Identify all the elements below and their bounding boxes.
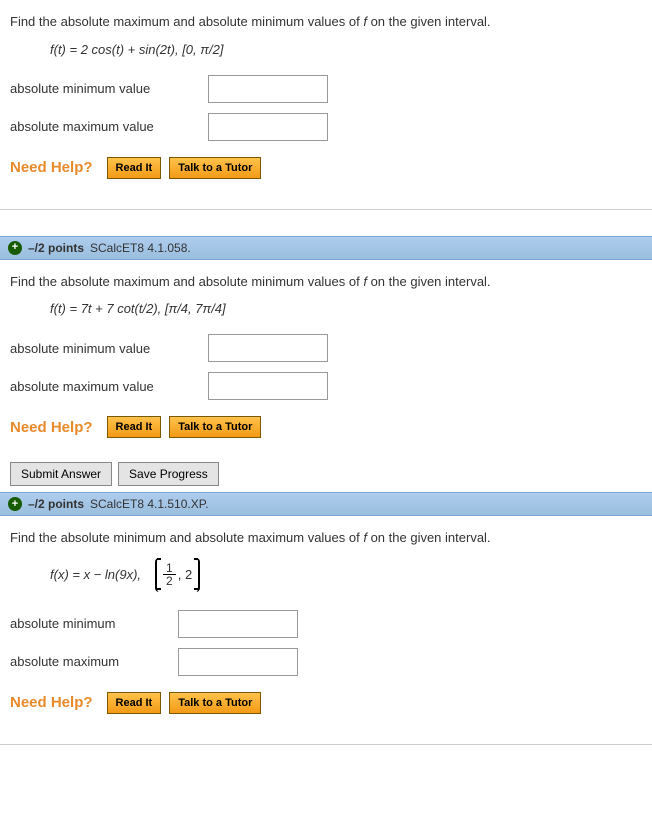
- interval-rest: , 2: [178, 567, 192, 582]
- question-3-header: + –/2 points SCalcET8 4.1.510.XP.: [0, 492, 652, 516]
- max-input[interactable]: [208, 372, 328, 400]
- formula-lhs: f(x) = x − ln(9x),: [50, 567, 141, 582]
- min-input[interactable]: [208, 75, 328, 103]
- save-progress-button[interactable]: Save Progress: [118, 462, 219, 486]
- fraction: 1 2: [163, 562, 176, 587]
- min-label: absolute minimum value: [10, 341, 190, 356]
- min-label: absolute minimum: [10, 616, 160, 631]
- min-row: absolute minimum value: [10, 75, 642, 103]
- need-help: Need Help? Read It Talk to a Tutor: [10, 692, 642, 714]
- min-label: absolute minimum value: [10, 81, 190, 96]
- min-input[interactable]: [208, 334, 328, 362]
- prompt-text-2: on the given interval.: [367, 530, 491, 545]
- question-ref: SCalcET8 4.1.510.XP.: [90, 497, 209, 511]
- max-row: absolute maximum value: [10, 372, 642, 400]
- min-input[interactable]: [178, 610, 298, 638]
- prompt-text-2: on the given interval.: [367, 14, 491, 29]
- frac-den: 2: [163, 575, 176, 587]
- read-it-button[interactable]: Read It: [107, 157, 162, 179]
- max-input[interactable]: [178, 648, 298, 676]
- divider: [0, 744, 652, 745]
- formula: f(x) = x − ln(9x), 1 2 , 2: [50, 558, 642, 592]
- talk-tutor-button[interactable]: Talk to a Tutor: [169, 692, 261, 714]
- need-help: Need Help? Read It Talk to a Tutor: [10, 157, 642, 179]
- submit-button[interactable]: Submit Answer: [10, 462, 112, 486]
- question-prompt: Find the absolute minimum and absolute m…: [10, 528, 642, 548]
- min-row: absolute minimum value: [10, 334, 642, 362]
- question-2-header: + –/2 points SCalcET8 4.1.058.: [0, 236, 652, 260]
- question-2: Find the absolute maximum and absolute m…: [0, 260, 652, 455]
- need-help: Need Help? Read It Talk to a Tutor: [10, 416, 642, 438]
- question-ref: SCalcET8 4.1.058.: [90, 241, 191, 255]
- prompt-text: Find the absolute maximum and absolute m…: [10, 14, 363, 29]
- submit-row: Submit Answer Save Progress: [0, 454, 652, 492]
- prompt-text: Find the absolute maximum and absolute m…: [10, 274, 363, 289]
- question-prompt: Find the absolute maximum and absolute m…: [10, 272, 642, 292]
- question-1: Find the absolute maximum and absolute m…: [0, 0, 652, 195]
- read-it-button[interactable]: Read It: [107, 692, 162, 714]
- read-it-button[interactable]: Read It: [107, 416, 162, 438]
- formula: f(t) = 2 cos(t) + sin(2t), [0, π/2]: [50, 42, 642, 57]
- question-prompt: Find the absolute maximum and absolute m…: [10, 12, 642, 32]
- max-label: absolute maximum: [10, 654, 160, 669]
- expand-icon[interactable]: +: [8, 497, 22, 511]
- max-row: absolute maximum value: [10, 113, 642, 141]
- talk-tutor-button[interactable]: Talk to a Tutor: [169, 157, 261, 179]
- interval-bracket: 1 2 , 2: [155, 558, 200, 592]
- max-label: absolute maximum value: [10, 119, 190, 134]
- max-input[interactable]: [208, 113, 328, 141]
- need-help-label: Need Help?: [10, 419, 93, 436]
- expand-icon[interactable]: +: [8, 241, 22, 255]
- points: –/2 points: [28, 497, 84, 511]
- need-help-label: Need Help?: [10, 694, 93, 711]
- talk-tutor-button[interactable]: Talk to a Tutor: [169, 416, 261, 438]
- prompt-text-2: on the given interval.: [367, 274, 491, 289]
- min-row: absolute minimum: [10, 610, 642, 638]
- prompt-text: Find the absolute minimum and absolute m…: [10, 530, 363, 545]
- points: –/2 points: [28, 241, 84, 255]
- need-help-label: Need Help?: [10, 159, 93, 176]
- max-row: absolute maximum: [10, 648, 642, 676]
- question-3: Find the absolute minimum and absolute m…: [0, 516, 652, 730]
- formula: f(t) = 7t + 7 cot(t/2), [π/4, 7π/4]: [50, 301, 642, 316]
- max-label: absolute maximum value: [10, 379, 190, 394]
